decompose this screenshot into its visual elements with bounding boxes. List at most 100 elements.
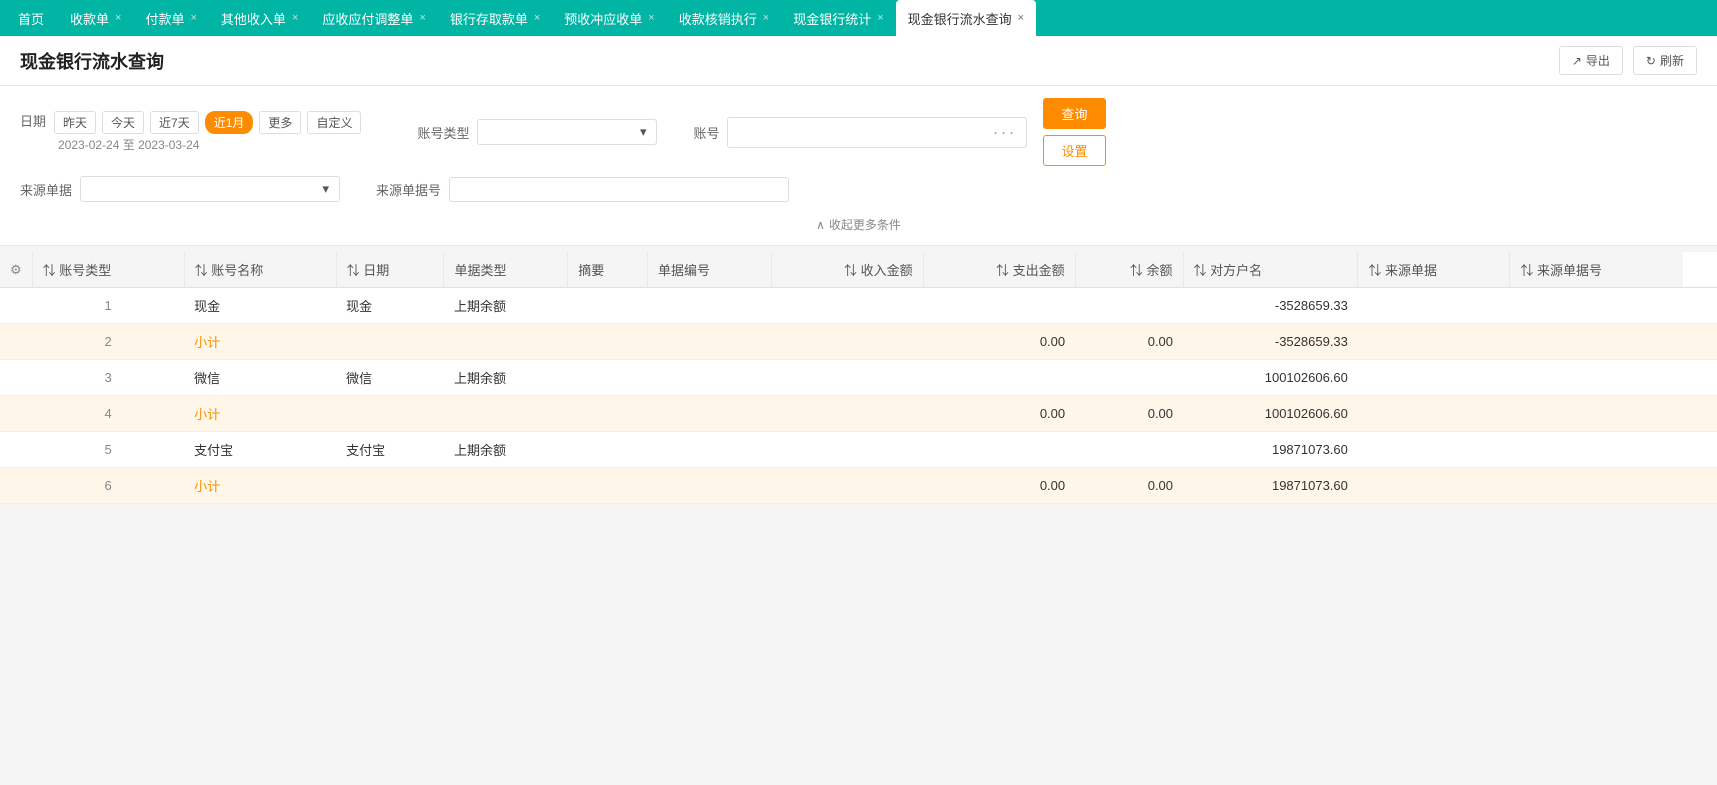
- nav-tab-6[interactable]: 收款核销执行 ×: [667, 0, 781, 36]
- close-icon[interactable]: ×: [190, 12, 196, 24]
- close-icon[interactable]: ×: [877, 12, 883, 24]
- row-number: 5: [32, 432, 184, 468]
- th-source-doc-no[interactable]: ⇅ 来源单据号: [1510, 252, 1683, 288]
- header-actions: ↗ 导出 ↻ 刷新: [1559, 46, 1697, 75]
- cell-summary: [647, 324, 771, 360]
- date-label: 日期: [20, 111, 46, 130]
- cell-expense: [1075, 288, 1183, 324]
- account-type-select[interactable]: ▾: [477, 119, 657, 145]
- th-counterparty[interactable]: ⇅ 对方户名: [1183, 252, 1358, 288]
- collapse-bar[interactable]: ∧ 收起更多条件: [20, 212, 1697, 237]
- cell-source-doc: [1510, 468, 1683, 504]
- cell-balance: 100102606.60: [1183, 396, 1358, 432]
- cell-summary: [647, 360, 771, 396]
- close-icon[interactable]: ×: [648, 12, 654, 24]
- cell-doc-type: [568, 396, 648, 432]
- close-icon[interactable]: ×: [1018, 12, 1024, 24]
- cell-doc-no: [771, 396, 923, 432]
- date-btn-yesterday[interactable]: 昨天: [54, 111, 96, 134]
- th-income[interactable]: ⇅ 收入金额: [771, 252, 923, 288]
- row-number: 4: [32, 396, 184, 432]
- settings-button[interactable]: 设置: [1043, 135, 1105, 166]
- th-settings[interactable]: ⚙: [0, 252, 32, 288]
- cell-source-doc: [1510, 288, 1683, 324]
- close-icon[interactable]: ×: [419, 12, 425, 24]
- row-number: 3: [32, 360, 184, 396]
- cell-doc-no: [771, 468, 923, 504]
- nav-tab-2[interactable]: 其他收入单 ×: [209, 0, 310, 36]
- nav-tab-8[interactable]: 现金银行流水查询 ×: [896, 0, 1036, 36]
- th-source-doc[interactable]: ⇅ 来源单据: [1358, 252, 1510, 288]
- refresh-button[interactable]: ↻ 刷新: [1633, 46, 1697, 75]
- row-number: 6: [32, 468, 184, 504]
- close-icon[interactable]: ×: [292, 12, 298, 24]
- cell-summary: [647, 432, 771, 468]
- cell-doc-type: [568, 468, 648, 504]
- cell-counterparty: [1358, 432, 1510, 468]
- cell-doc-no: [771, 432, 923, 468]
- row-number: 1: [32, 288, 184, 324]
- filter-row-1: 日期 昨天 今天 近7天 近1月 更多 自定义 2023-02-24 至 202…: [20, 98, 1697, 166]
- cell-income: [923, 288, 1075, 324]
- cell-expense: 0.00: [1075, 396, 1183, 432]
- table-row: 4小计0.000.00100102606.60: [0, 396, 1717, 432]
- close-icon[interactable]: ×: [763, 12, 769, 24]
- export-icon: ↗: [1572, 54, 1582, 68]
- page-title: 现金银行流水查询: [20, 48, 164, 74]
- cell-expense: 0.00: [1075, 324, 1183, 360]
- export-button[interactable]: ↗ 导出: [1559, 46, 1623, 75]
- cell-account-name: [336, 396, 444, 432]
- date-shortcuts: 昨天 今天 近7天 近1月 更多 自定义: [54, 111, 361, 134]
- th-date[interactable]: ⇅ 日期: [336, 252, 444, 288]
- cell-account-type: 小计: [184, 324, 336, 360]
- collapse-up-icon: ∧: [816, 218, 825, 232]
- source-doc-no-input[interactable]: [449, 177, 789, 202]
- close-icon[interactable]: ×: [115, 12, 121, 24]
- date-range-display: 2023-02-24 至 2023-03-24: [58, 136, 361, 153]
- date-btn-today[interactable]: 今天: [102, 111, 144, 134]
- top-nav: 首页 收款单 × 付款单 × 其他收入单 × 应收应付调整单 × 银行存取款单 …: [0, 0, 1717, 36]
- refresh-icon: ↻: [1646, 54, 1656, 68]
- cell-balance: -3528659.33: [1183, 288, 1358, 324]
- filter-right-actions: 查询 设置: [1043, 98, 1105, 166]
- table-row: 1现金现金上期余额-3528659.33: [0, 288, 1717, 324]
- nav-tab-3[interactable]: 应收应付调整单 ×: [310, 0, 437, 36]
- cell-doc-type: [568, 432, 648, 468]
- nav-home[interactable]: 首页: [4, 0, 58, 36]
- cell-summary: [647, 396, 771, 432]
- source-doc-select[interactable]: ▾: [80, 176, 340, 202]
- dots-icon[interactable]: ···: [993, 122, 1017, 143]
- account-select[interactable]: ···: [727, 117, 1027, 148]
- cell-source-doc-no: [1683, 432, 1717, 468]
- cell-income: 0.00: [923, 396, 1075, 432]
- cell-settings: [0, 288, 32, 324]
- cell-account-type: 支付宝: [184, 432, 336, 468]
- date-btn-custom[interactable]: 自定义: [307, 111, 361, 134]
- cell-settings: [0, 432, 32, 468]
- th-account-type[interactable]: ⇅ 账号类型: [32, 252, 184, 288]
- query-button[interactable]: 查询: [1043, 98, 1105, 129]
- gear-icon[interactable]: ⚙: [10, 262, 22, 277]
- cell-counterparty: [1358, 288, 1510, 324]
- account-type-group: 账号类型 ▾: [417, 119, 657, 145]
- th-account-name[interactable]: ⇅ 账号名称: [184, 252, 336, 288]
- cell-expense: [1075, 432, 1183, 468]
- th-doc-type: 单据类型: [444, 252, 568, 288]
- cell-account-name: [336, 324, 444, 360]
- nav-tab-0[interactable]: 收款单 ×: [58, 0, 133, 36]
- th-balance[interactable]: ⇅ 余额: [1075, 252, 1183, 288]
- cell-counterparty: [1358, 324, 1510, 360]
- date-btn-1month[interactable]: 近1月: [205, 111, 254, 134]
- date-btn-more[interactable]: 更多: [259, 111, 301, 134]
- date-btn-7days[interactable]: 近7天: [150, 111, 199, 134]
- nav-tab-4[interactable]: 银行存取款单 ×: [438, 0, 552, 36]
- th-expense[interactable]: ⇅ 支出金额: [923, 252, 1075, 288]
- cell-source-doc: [1510, 360, 1683, 396]
- th-doc-no: 单据编号: [647, 252, 771, 288]
- nav-tab-5[interactable]: 预收冲应收单 ×: [552, 0, 666, 36]
- table-row: 2小计0.000.00-3528659.33: [0, 324, 1717, 360]
- close-icon[interactable]: ×: [534, 12, 540, 24]
- nav-tab-1[interactable]: 付款单 ×: [133, 0, 208, 36]
- cell-income: [923, 360, 1075, 396]
- nav-tab-7[interactable]: 现金银行统计 ×: [781, 0, 895, 36]
